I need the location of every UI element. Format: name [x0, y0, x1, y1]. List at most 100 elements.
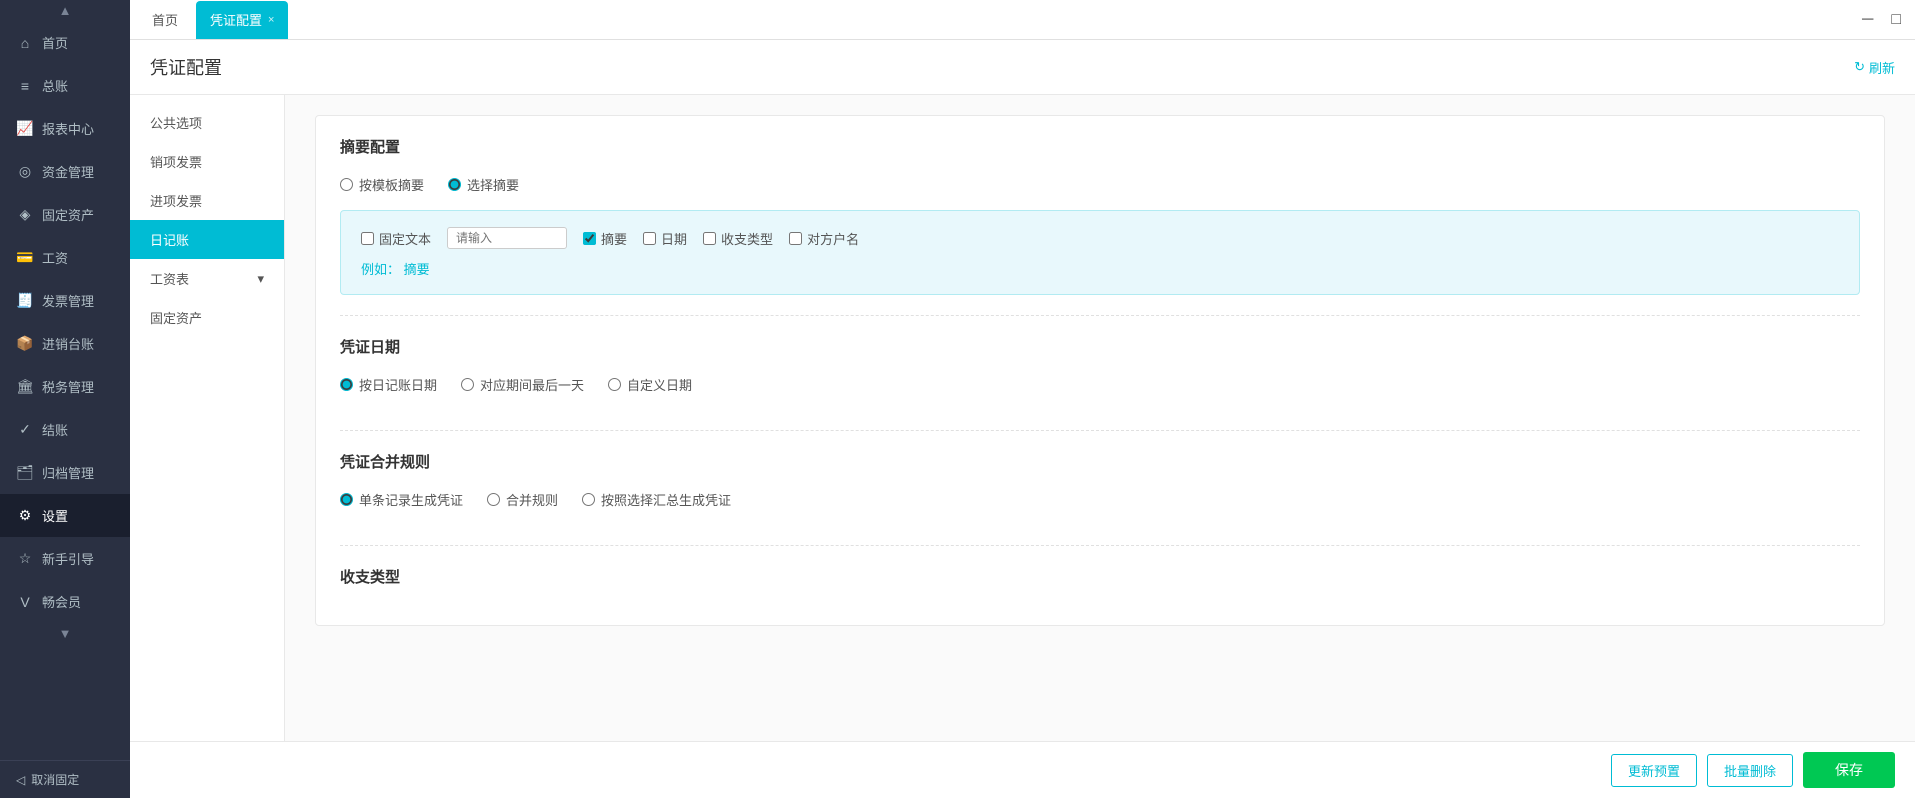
radio-select-summary[interactable]: 选择摘要: [448, 175, 519, 194]
fixed-text-input[interactable]: [447, 227, 567, 249]
refresh-button[interactable]: ↻ 刷新: [1854, 58, 1895, 77]
radio-merge[interactable]: 合并规则: [487, 490, 558, 509]
left-nav-sales-invoice[interactable]: 销项发票: [130, 142, 284, 181]
radio-journal-date[interactable]: 按日记账日期: [340, 375, 437, 394]
refresh-icon: ↻: [1854, 59, 1865, 75]
main-area: 首页 凭证配置 × ─ □ 凭证配置 ↻ 刷新 公共选项 销项发票 进项: [130, 0, 1915, 798]
sidebar-item-settings[interactable]: ⚙ 设置: [0, 494, 130, 537]
voucher-date-title: 凭证日期: [340, 336, 1860, 357]
page-title: 凭证配置: [150, 54, 222, 80]
settings-icon: ⚙: [16, 507, 34, 524]
guide-icon: ☆: [16, 550, 34, 567]
voucher-date-radio-group: 按日记账日期 对应期间最后一天 自定义日期: [340, 375, 1860, 394]
sidebar-item-tax-management[interactable]: 🏛 税务管理: [0, 365, 130, 408]
pin-icon: ◁: [16, 773, 25, 787]
tab-close-icon[interactable]: ×: [268, 14, 274, 26]
summary-config-section: 摘要配置 按模板摘要 选择摘要: [340, 116, 1860, 316]
page-header: 凭证配置 ↻ 刷新: [130, 40, 1915, 95]
minimize-button[interactable]: ─: [1856, 9, 1879, 31]
sidebar-item-payroll[interactable]: 💳 工资: [0, 236, 130, 279]
left-nav-journal[interactable]: 日记账: [130, 220, 284, 259]
summary-checkboxes: 固定文本 摘要 日期: [361, 227, 1839, 249]
sidebar-item-invoice-management[interactable]: 🧾 发票管理: [0, 279, 130, 322]
checkbox-counterpart[interactable]: [789, 232, 802, 245]
ledger-icon: ≡: [16, 78, 34, 94]
sidebar-item-archive[interactable]: 🗂 归档管理: [0, 451, 130, 494]
checkbox-fixed-text-label[interactable]: 固定文本: [361, 229, 431, 248]
tab-voucher-config[interactable]: 凭证配置 ×: [196, 1, 288, 39]
checkbox-date[interactable]: [643, 232, 656, 245]
sidebar-item-closing[interactable]: ✓ 结账: [0, 408, 130, 451]
tab-bar: 首页 凭证配置 × ─ □: [130, 0, 1915, 40]
radio-custom-date[interactable]: 自定义日期: [608, 375, 692, 394]
right-content: 摘要配置 按模板摘要 选择摘要: [285, 95, 1915, 741]
radio-custom-date-input[interactable]: [608, 378, 621, 391]
radio-journal-date-input[interactable]: [340, 378, 353, 391]
left-nav-public-options[interactable]: 公共选项: [130, 103, 284, 142]
sidebar-item-fund-management[interactable]: ◎ 资金管理: [0, 150, 130, 193]
checkbox-income-expense[interactable]: [703, 232, 716, 245]
left-nav-purchase-invoice[interactable]: 进项发票: [130, 181, 284, 220]
summary-example: 例如： 摘要: [361, 259, 1839, 278]
purchase-icon: 📦: [16, 335, 34, 352]
checkbox-income-expense-label[interactable]: 收支类型: [703, 229, 773, 248]
invoice-icon: 🧾: [16, 292, 34, 309]
left-nav-payroll-table[interactable]: 工资表 ▾: [130, 259, 284, 298]
income-expense-section: 收支类型: [340, 546, 1860, 625]
sidebar-item-purchase-sales[interactable]: 📦 进销台账: [0, 322, 130, 365]
sidebar-item-vip[interactable]: V 畅会员: [0, 580, 130, 623]
tax-icon: 🏛: [16, 378, 34, 395]
sidebar-item-general-ledger[interactable]: ≡ 总账: [0, 64, 130, 107]
sidebar-item-guide[interactable]: ☆ 新手引导: [0, 537, 130, 580]
checkbox-fixed-text[interactable]: [361, 232, 374, 245]
voucher-date-section: 凭证日期 按日记账日期 对应期间最后一天 自定义日期: [340, 316, 1860, 431]
tab-actions: ─ □: [1856, 9, 1907, 31]
asset-icon: ◈: [16, 206, 34, 223]
save-button[interactable]: 保存: [1803, 752, 1895, 788]
sidebar-unpin-button[interactable]: ◁ 取消固定: [0, 760, 130, 798]
tab-home[interactable]: 首页: [138, 1, 192, 39]
sidebar-item-home[interactable]: ⌂ 首页: [0, 21, 130, 64]
merge-rules-section: 凭证合并规则 单条记录生成凭证 合并规则 按照选择汇总生成凭证: [340, 431, 1860, 546]
chevron-down-icon: ▾: [257, 271, 264, 287]
sidebar-item-fixed-assets[interactable]: ◈ 固定资产: [0, 193, 130, 236]
fund-icon: ◎: [16, 163, 34, 180]
content-inner: 摘要配置 按模板摘要 选择摘要: [315, 115, 1885, 626]
content-layout: 公共选项 销项发票 进项发票 日记账 工资表 ▾ 固定资产: [130, 95, 1915, 741]
summary-radio-group: 按模板摘要 选择摘要: [340, 175, 1860, 194]
maximize-button[interactable]: □: [1885, 9, 1907, 31]
sidebar: ▲ ⌂ 首页 ≡ 总账 📈 报表中心 ◎ 资金管理 ◈ 固定资产 💳 工资 🧾 …: [0, 0, 130, 798]
merge-rules-title: 凭证合并规则: [340, 451, 1860, 472]
checkbox-counterpart-label[interactable]: 对方户名: [789, 229, 859, 248]
payroll-icon: 💳: [16, 249, 34, 266]
radio-select-input[interactable]: [448, 178, 461, 191]
radio-select-merge[interactable]: 按照选择汇总生成凭证: [582, 490, 731, 509]
radio-template-summary[interactable]: 按模板摘要: [340, 175, 424, 194]
summary-options-box: 固定文本 摘要 日期: [340, 210, 1860, 295]
radio-single-record[interactable]: 单条记录生成凭证: [340, 490, 463, 509]
closing-icon: ✓: [16, 421, 34, 438]
summary-config-title: 摘要配置: [340, 136, 1860, 157]
checkbox-date-label[interactable]: 日期: [643, 229, 687, 248]
left-nav: 公共选项 销项发票 进项发票 日记账 工资表 ▾ 固定资产: [130, 95, 285, 741]
merge-rules-radio-group: 单条记录生成凭证 合并规则 按照选择汇总生成凭证: [340, 490, 1860, 509]
radio-template-input[interactable]: [340, 178, 353, 191]
left-nav-fixed-assets[interactable]: 固定资产: [130, 298, 284, 337]
archive-icon: 🗂: [16, 464, 34, 481]
update-preview-button[interactable]: 更新预置: [1611, 754, 1697, 787]
report-icon: 📈: [16, 120, 34, 137]
sidebar-scroll-up[interactable]: ▲: [0, 0, 130, 21]
batch-delete-button[interactable]: 批量删除: [1707, 754, 1793, 787]
sidebar-scroll-down[interactable]: ▼: [0, 623, 130, 644]
checkbox-summary-label[interactable]: 摘要: [583, 229, 627, 248]
radio-select-merge-input[interactable]: [582, 493, 595, 506]
radio-merge-input[interactable]: [487, 493, 500, 506]
vip-icon: V: [16, 594, 34, 610]
radio-last-day-input[interactable]: [461, 378, 474, 391]
radio-last-day[interactable]: 对应期间最后一天: [461, 375, 584, 394]
checkbox-summary[interactable]: [583, 232, 596, 245]
sidebar-item-report-center[interactable]: 📈 报表中心: [0, 107, 130, 150]
bottom-bar: 更新预置 批量删除 保存: [130, 741, 1915, 798]
home-icon: ⌂: [16, 35, 34, 51]
radio-single-input[interactable]: [340, 493, 353, 506]
